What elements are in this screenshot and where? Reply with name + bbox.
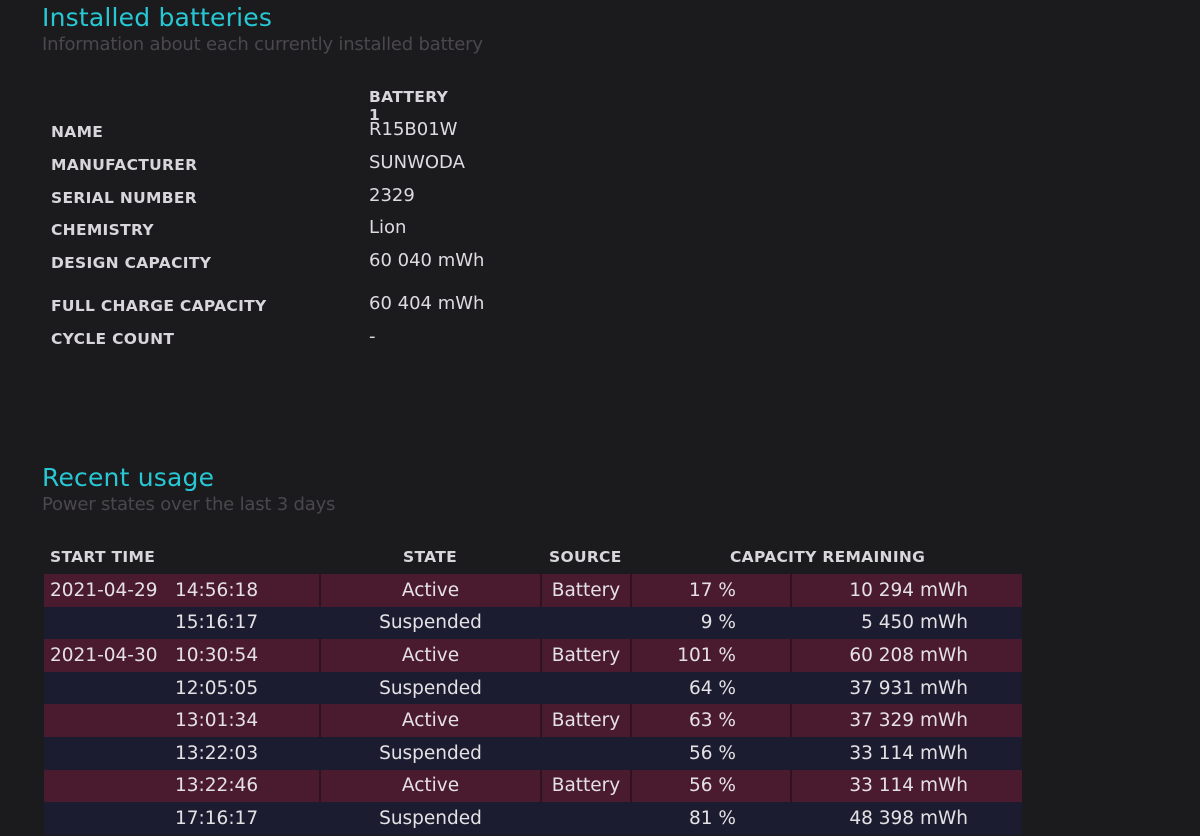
start-time-cell: 12:05:05	[44, 672, 319, 705]
capacity-percent-cell: 17 %	[630, 574, 790, 607]
section-title: Recent usage	[42, 463, 215, 492]
source-cell	[540, 606, 630, 640]
state-cell: Suspended	[319, 736, 540, 770]
start-time-cell: 2021-04-30 10:30:54	[44, 639, 319, 672]
info-value: SUNWODA	[369, 152, 465, 173]
state-cell: Suspended	[319, 802, 540, 835]
capacity-mwh-cell: 48 398 mWh	[790, 802, 1022, 835]
info-label: FULL CHARGE CAPACITY	[51, 297, 267, 315]
info-value: 60 404 mWh	[369, 293, 485, 314]
source-cell: Battery	[540, 769, 630, 803]
source-cell	[540, 671, 630, 705]
section-subtitle: Power states over the last 3 days	[42, 494, 336, 515]
source-cell	[540, 736, 630, 770]
info-value: 60 040 mWh	[369, 250, 485, 271]
start-time-cell: 13:01:34	[44, 704, 319, 737]
recent-usage-table: 2021-04-29 14:56:18 Active Battery 17 % 10 29…	[44, 574, 1022, 835]
time: 13:22:03	[175, 742, 259, 764]
date: 2021-04-30	[50, 644, 158, 666]
source-cell: Battery	[540, 704, 630, 737]
info-value: 2329	[369, 185, 415, 206]
time: 10:30:54	[175, 644, 259, 666]
installed-batteries-section: Installed batteries Information about ea…	[42, 3, 483, 55]
source-cell: Battery	[540, 639, 630, 672]
usage-row: 13:22:03 Suspended 56 % 33 114 mWh	[44, 736, 1022, 770]
column-header-start-time: START TIME	[50, 548, 156, 566]
capacity-percent-cell: 64 %	[630, 671, 790, 705]
state-cell: Active	[319, 574, 540, 607]
info-label: CYCLE COUNT	[51, 330, 175, 348]
date: 2021-04-29	[50, 579, 158, 601]
capacity-mwh-cell: 33 114 mWh	[790, 769, 1022, 803]
info-value: R15B01W	[369, 119, 458, 140]
capacity-percent-cell: 81 %	[630, 802, 790, 835]
info-label: MANUFACTURER	[51, 156, 198, 174]
time: 13:01:34	[175, 710, 259, 732]
source-cell: Battery	[540, 574, 630, 607]
capacity-percent-cell: 63 %	[630, 704, 790, 737]
section-subtitle: Information about each currently install…	[42, 34, 483, 55]
info-value: Lion	[369, 217, 407, 238]
usage-row: 13:01:34 Active Battery 63 % 37 329 mWh	[44, 704, 1022, 737]
time: 13:22:46	[175, 775, 259, 797]
info-label: CHEMISTRY	[51, 221, 154, 239]
usage-row: 13:22:46 Active Battery 56 % 33 114 mWh	[44, 769, 1022, 803]
start-time-cell: 17:16:17	[44, 802, 319, 835]
usage-row: 12:05:05 Suspended 64 % 37 931 mWh	[44, 671, 1022, 705]
start-time-cell: 13:22:03	[44, 737, 319, 770]
capacity-percent-cell: 56 %	[630, 769, 790, 803]
capacity-percent-cell: 56 %	[630, 736, 790, 770]
state-cell: Active	[319, 639, 540, 672]
capacity-percent-cell: 101 %	[630, 639, 790, 672]
capacity-percent-cell: 9 %	[630, 606, 790, 640]
info-label: DESIGN CAPACITY	[51, 254, 212, 272]
capacity-mwh-cell: 60 208 mWh	[790, 639, 1022, 672]
time: 15:16:17	[175, 612, 259, 634]
usage-row: 15:16:17 Suspended 9 % 5 450 mWh	[44, 606, 1022, 640]
column-header-source: SOURCE	[549, 548, 622, 566]
start-time-cell: 13:22:46	[44, 770, 319, 803]
usage-row: 17:16:17 Suspended 81 % 48 398 mWh	[44, 802, 1022, 835]
state-cell: Suspended	[319, 671, 540, 705]
info-value: -	[369, 326, 376, 347]
time: 14:56:18	[175, 579, 259, 601]
start-time-cell: 15:16:17	[44, 607, 319, 640]
start-time-cell: 2021-04-29 14:56:18	[44, 574, 319, 607]
time: 12:05:05	[175, 677, 259, 699]
capacity-mwh-cell: 33 114 mWh	[790, 736, 1022, 770]
column-header-state: STATE	[403, 548, 457, 566]
capacity-mwh-cell: 37 931 mWh	[790, 671, 1022, 705]
capacity-mwh-cell: 37 329 mWh	[790, 704, 1022, 737]
info-label: NAME	[51, 123, 104, 141]
usage-row: 2021-04-30 10:30:54 Active Battery 101 % 60 2…	[44, 639, 1022, 672]
usage-row: 2021-04-29 14:56:18 Active Battery 17 % 10 29…	[44, 574, 1022, 607]
column-header-capacity-remaining: CAPACITY REMAINING	[730, 548, 926, 566]
recent-usage-section: Recent usage Power states over the last …	[42, 463, 335, 515]
state-cell: Suspended	[319, 606, 540, 640]
state-cell: Active	[319, 704, 540, 737]
info-label: SERIAL NUMBER	[51, 189, 197, 207]
time: 17:16:17	[175, 807, 259, 829]
state-cell: Active	[319, 769, 540, 803]
source-cell	[540, 802, 630, 835]
section-title: Installed batteries	[42, 3, 273, 32]
capacity-mwh-cell: 5 450 mWh	[790, 606, 1022, 640]
capacity-mwh-cell: 10 294 mWh	[790, 574, 1022, 607]
